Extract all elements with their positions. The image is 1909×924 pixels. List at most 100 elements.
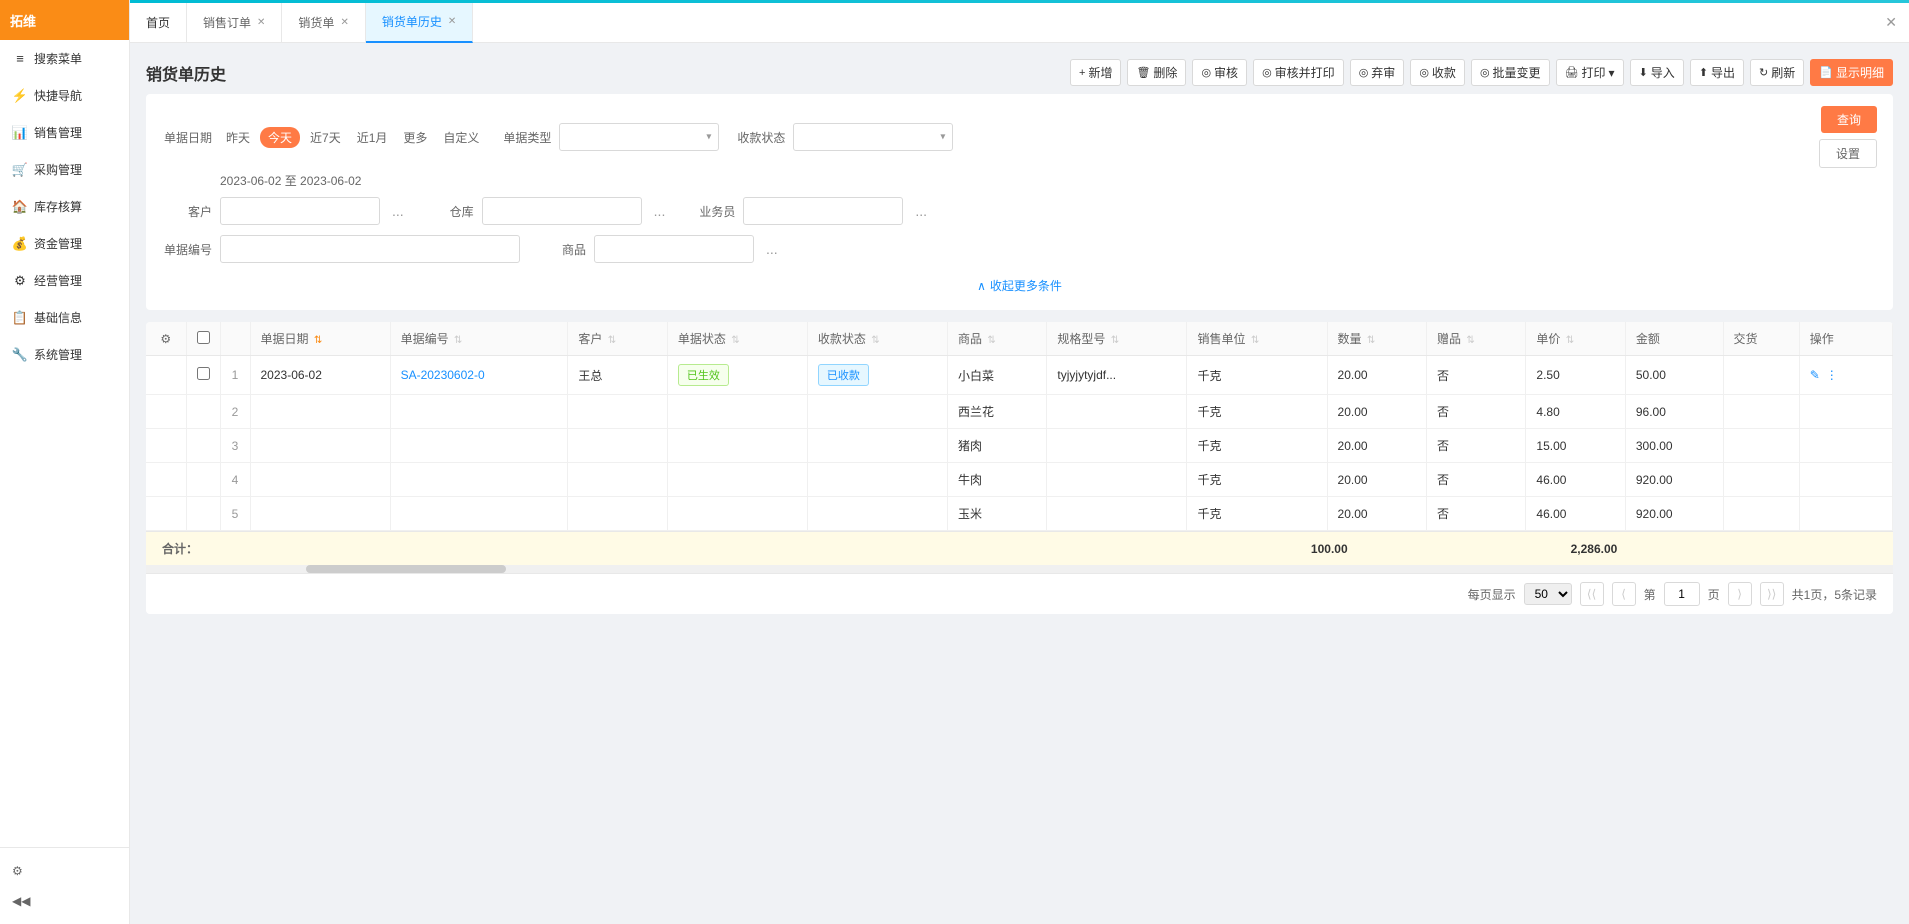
col-customer[interactable]: 客户 ⇅ [568,322,667,356]
row-settings-cell [146,429,186,463]
tab-sales-history-close[interactable]: ✕ [448,16,456,27]
sidebar-item-system-mgmt[interactable]: 🔧 系统管理 [0,336,129,373]
doc-no-link[interactable]: SA-20230602-0 [401,368,485,382]
payment-status-select[interactable] [793,123,953,151]
edit-action-link[interactable]: ✎ [1810,368,1820,382]
refresh-button[interactable]: ↻ 刷新 [1750,59,1804,86]
sidebar-item-purchase-mgmt[interactable]: 🛒 采购管理 [0,151,129,188]
show-detail-button[interactable]: 📄 显示明细 [1810,59,1893,86]
sidebar-collapse-btn[interactable]: ◀◀ [0,886,129,916]
sort-qty-icon: ⇅ [1367,335,1375,346]
sidebar-item-operation-mgmt[interactable]: ⚙ 经营管理 [0,262,129,299]
print-button[interactable]: 🖨 打印 ▾ [1556,59,1624,86]
row-action-cell [1799,463,1892,497]
row-qty-cell: 20.00 [1327,429,1426,463]
row-spec-cell [1047,429,1187,463]
page-number-input[interactable] [1664,582,1700,606]
col-spec[interactable]: 规格型号 ⇅ [1047,322,1187,356]
row-checkbox[interactable] [197,367,210,380]
date-tag-yesterday[interactable]: 昨天 [220,127,256,148]
sidebar-item-label: 库存核算 [34,198,82,215]
query-button[interactable]: 查询 [1821,106,1877,133]
salesman-ellipsis[interactable]: ... [911,203,931,219]
doc-type-select[interactable] [559,123,719,151]
tab-sales-order[interactable]: 销售订单 ✕ [187,3,282,43]
sidebar-item-label: 经营管理 [34,272,82,289]
goods-input[interactable] [594,235,754,263]
next-page-btn[interactable]: ⟩ [1728,582,1752,606]
col-date[interactable]: 单据日期 ⇅ [250,322,390,356]
per-page-label: 每页显示 [1468,586,1516,603]
row-settings-cell [146,395,186,429]
horizontal-scrollbar[interactable] [146,565,1893,573]
col-date-label: 单据日期 [261,332,309,346]
warehouse-ellipsis[interactable]: ... [650,203,670,219]
tab-sales-order-close[interactable]: ✕ [257,17,265,28]
sidebar-item-quick-nav[interactable]: ⚡ 快捷导航 [0,77,129,114]
audit-button[interactable]: ◎ 审核 [1192,59,1247,86]
export-button[interactable]: ⬆ 导出 [1690,59,1744,86]
footer-values: 100.00 2,286.00 [214,542,1877,556]
sidebar-item-search-menu[interactable]: ≡ 搜索菜单 [0,40,129,77]
table-row: 1 2023-06-02 SA-20230602-0 王总 已生效 已收款 小白… [146,356,1893,395]
col-price[interactable]: 单价 ⇅ [1526,322,1625,356]
setting-button[interactable]: 设置 [1819,139,1877,168]
col-qty[interactable]: 数量 ⇅ [1327,322,1426,356]
date-tag-7days[interactable]: 近7天 [304,127,347,148]
doc-no-input[interactable] [220,235,520,263]
row-check-cell [186,463,220,497]
sidebar-item-basic-info[interactable]: 📋 基础信息 [0,299,129,336]
batch-change-button[interactable]: ◎ 批量变更 [1471,59,1550,86]
col-settings[interactable]: ⚙ [146,322,186,356]
col-goods[interactable]: 商品 ⇅ [947,322,1046,356]
payment-status-label: 收款状态 [735,129,785,146]
goods-ellipsis[interactable]: ... [762,241,782,257]
audit-print-button[interactable]: ◎ 审核并打印 [1253,59,1344,86]
sidebar-item-sales-mgmt[interactable]: 📊 销售管理 [0,114,129,151]
col-doc-no[interactable]: 单据编号 ⇅ [390,322,568,356]
col-unit[interactable]: 销售单位 ⇅ [1187,322,1327,356]
col-check [186,322,220,356]
tab-home[interactable]: 首页 [130,3,187,43]
per-page-select[interactable]: 50 [1524,583,1572,605]
date-tag-custom[interactable]: 自定义 [437,127,485,148]
col-doc-status[interactable]: 单据状态 ⇅ [667,322,807,356]
sidebar-item-capital-mgmt[interactable]: 💰 资金管理 [0,225,129,262]
collect-icon: ◎ [1419,66,1429,79]
tab-bar-close-all[interactable]: ✕ [1873,14,1909,31]
last-page-btn[interactable]: ⟩⟩ [1760,582,1784,606]
customer-label: 客户 [162,203,212,220]
tab-sales-history[interactable]: 销货单历史 ✕ [366,3,473,43]
more-action-link[interactable]: ⋮ [1826,368,1838,382]
select-all-checkbox[interactable] [197,331,210,344]
abandon-button[interactable]: ◎ 弃审 [1350,59,1405,86]
col-gift[interactable]: 赠品 ⇅ [1426,322,1525,356]
first-page-btn[interactable]: ⟨⟨ [1580,582,1604,606]
collect-button[interactable]: ◎ 收款 [1410,59,1465,86]
tab-sales-delivery[interactable]: 销货单 ✕ [282,3,365,43]
salesman-input[interactable] [743,197,903,225]
delete-button[interactable]: 🗑 删除 [1127,59,1186,86]
import-button[interactable]: ⬇ 导入 [1630,59,1684,86]
customer-input[interactable] [220,197,380,225]
row-gift-cell: 否 [1426,356,1525,395]
sidebar-settings-icon[interactable]: ⚙ [0,856,129,886]
audit-print-label: 审核并打印 [1275,64,1335,81]
customer-ellipsis[interactable]: ... [388,203,408,219]
scrollbar-thumb[interactable] [306,565,506,573]
sidebar-item-inventory[interactable]: 🏠 库存核算 [0,188,129,225]
prev-page-btn[interactable]: ⟨ [1612,582,1636,606]
row-customer-cell [568,463,667,497]
date-tag-1month[interactable]: 近1月 [351,127,394,148]
col-payment-status[interactable]: 收款状态 ⇅ [807,322,947,356]
doc-type-field: 单据类型 [501,123,719,151]
new-button[interactable]: + 新增 [1070,59,1121,86]
search-row-1: 单据日期 昨天 今天 近7天 近1月 更多 自定义 单据类型 [162,106,1877,168]
purchase-mgmt-icon: 🛒 [12,162,28,178]
date-tag-today[interactable]: 今天 [260,127,300,148]
row-paymentstatus-cell [807,395,947,429]
tab-sales-delivery-close[interactable]: ✕ [340,17,348,28]
warehouse-input[interactable] [482,197,642,225]
collapse-more-btn[interactable]: ∧ 收起更多条件 [977,277,1062,294]
date-tag-more[interactable]: 更多 [397,127,433,148]
